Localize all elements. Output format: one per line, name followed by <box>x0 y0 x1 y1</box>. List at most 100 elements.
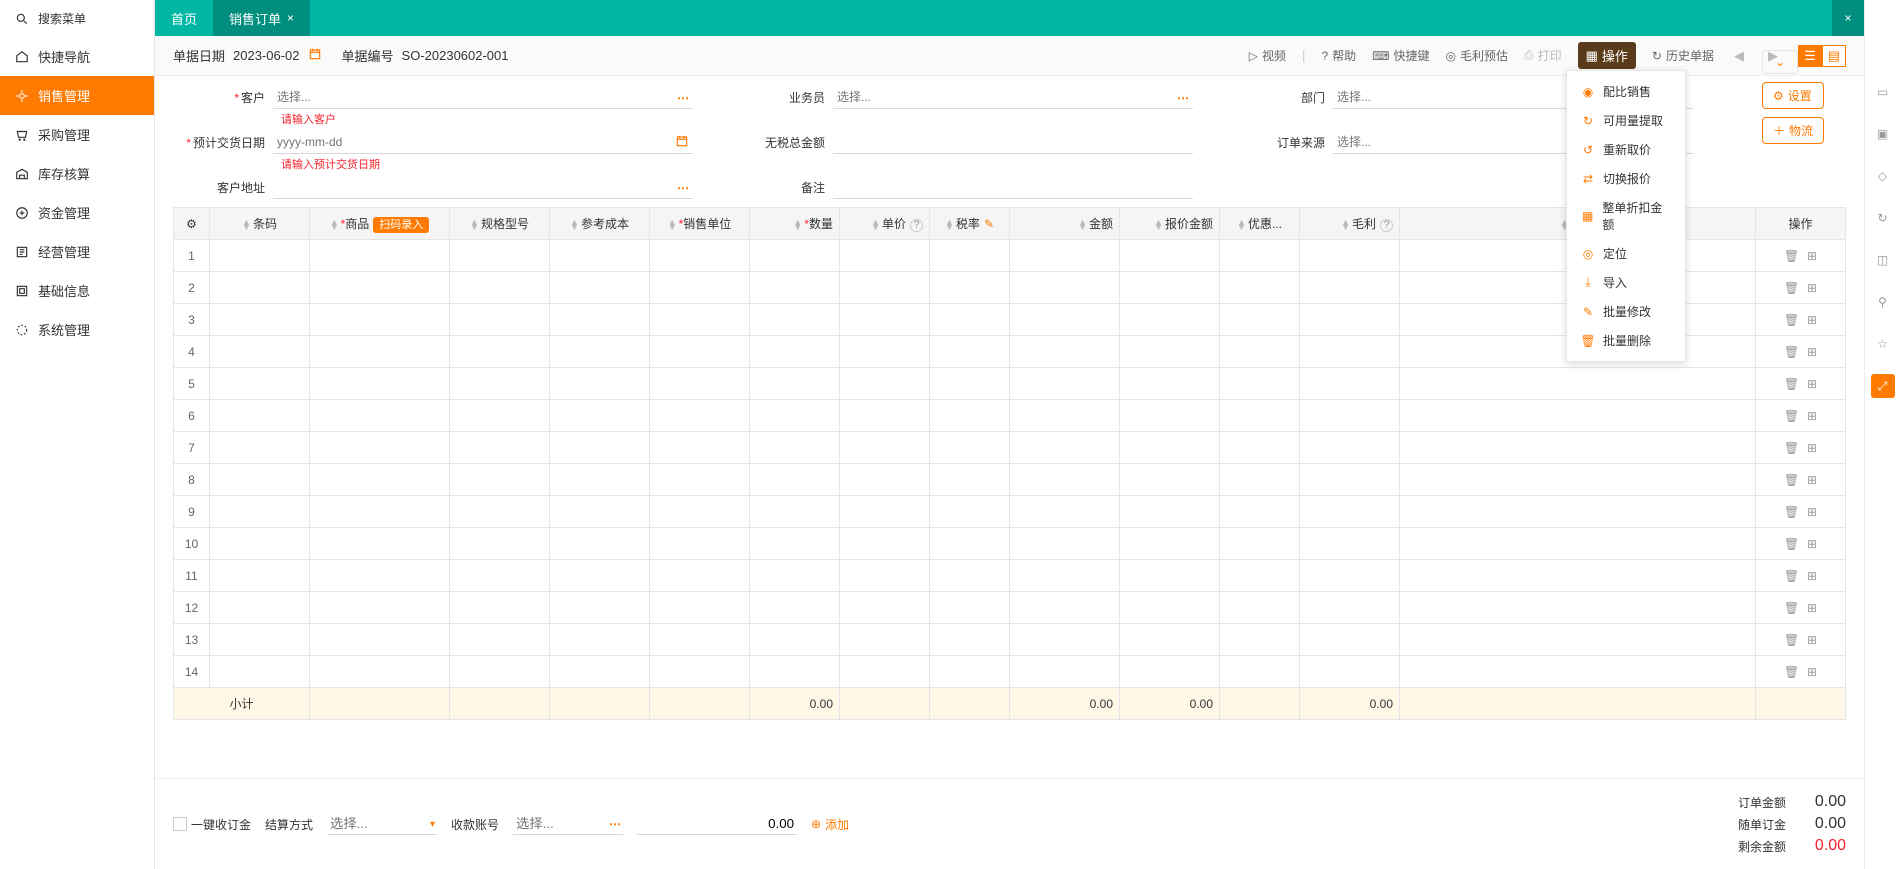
shortcut-link[interactable]: ⌨快捷键 <box>1372 47 1429 64</box>
delivery-date-input[interactable] <box>273 131 693 154</box>
th-sales-unit[interactable]: ▲▼*销售单位 <box>650 208 750 240</box>
add-row-icon[interactable]: ⊞ <box>1807 569 1817 583</box>
th-discount[interactable]: ▲▼优惠... <box>1220 208 1300 240</box>
collect-deposit-checkbox[interactable]: 一键收订金 <box>173 816 251 833</box>
expand-button[interactable]: ⌄ <box>1762 50 1798 74</box>
add-row-icon[interactable]: ⊞ <box>1807 281 1817 295</box>
rail-star-icon[interactable]: ☆ <box>1871 332 1895 356</box>
settle-method-select[interactable] <box>327 813 437 835</box>
remark-input[interactable] <box>833 176 1193 199</box>
sidebar-item-business[interactable]: 经营管理 <box>0 232 154 271</box>
chevron-down-icon[interactable]: ▾ <box>430 819 435 830</box>
th-barcode[interactable]: ▲▼条码 <box>210 208 310 240</box>
table-row[interactable]: 7🗑⊞ <box>174 432 1846 464</box>
add-payment-button[interactable]: ⊕添加 <box>811 816 849 833</box>
dd-whole-discount[interactable]: ▦整单折扣金额 <box>1567 193 1685 239</box>
th-amount[interactable]: ▲▼金额 <box>1010 208 1120 240</box>
delete-row-icon[interactable]: 🗑 <box>1784 633 1799 647</box>
calendar-icon[interactable] <box>308 47 322 64</box>
rail-warehouse-icon[interactable]: ▣ <box>1871 122 1895 146</box>
lookup-icon[interactable]: ⋯ <box>677 91 689 105</box>
tab-sales-order[interactable]: 销售订单 × <box>213 0 310 36</box>
close-icon[interactable]: × <box>287 11 294 25</box>
delete-row-icon[interactable]: 🗑 <box>1784 473 1799 487</box>
table-row[interactable]: 13🗑⊞ <box>174 624 1846 656</box>
delete-row-icon[interactable]: 🗑 <box>1784 441 1799 455</box>
delete-row-icon[interactable]: 🗑 <box>1784 505 1799 519</box>
th-ref-cost[interactable]: ▲▼参考成本 <box>550 208 650 240</box>
rail-refresh-icon[interactable]: ↻ <box>1871 206 1895 230</box>
table-row[interactable]: 10🗑⊞ <box>174 528 1846 560</box>
help-link[interactable]: ?帮助 <box>1321 47 1356 64</box>
add-row-icon[interactable]: ⊞ <box>1807 665 1817 679</box>
tabs-close-all[interactable]: × <box>1832 0 1864 36</box>
sidebar-item-system[interactable]: 系统管理 <box>0 310 154 349</box>
logistics-button[interactable]: ＋物流 <box>1762 117 1824 144</box>
th-unit-price[interactable]: ▲▼单价? <box>840 208 930 240</box>
add-row-icon[interactable]: ⊞ <box>1807 633 1817 647</box>
add-row-icon[interactable]: ⊞ <box>1807 377 1817 391</box>
dd-batch-edit[interactable]: ✎批量修改 <box>1567 297 1685 326</box>
table-row[interactable]: 14🗑⊞ <box>174 656 1846 688</box>
dd-switch-quote[interactable]: ⇄切换报价 <box>1567 164 1685 193</box>
dd-import[interactable]: ⤓导入 <box>1567 268 1685 297</box>
calendar-icon[interactable] <box>675 134 689 151</box>
sidebar-item-quicknav[interactable]: 快捷导航 <box>0 37 154 76</box>
rail-expand-icon[interactable]: ⤢ <box>1871 374 1895 398</box>
table-row[interactable]: 9🗑⊞ <box>174 496 1846 528</box>
customer-address-input[interactable] <box>273 176 693 199</box>
sidebar-item-purchase[interactable]: 采购管理 <box>0 115 154 154</box>
table-row[interactable]: 12🗑⊞ <box>174 592 1846 624</box>
operate-button[interactable]: ▦操作 <box>1578 42 1636 69</box>
table-row[interactable]: 11🗑⊞ <box>174 560 1846 592</box>
account-select[interactable] <box>513 813 623 835</box>
prev-doc-icon[interactable]: ◀ <box>1730 48 1748 64</box>
delete-row-icon[interactable]: 🗑 <box>1784 377 1799 391</box>
th-quantity[interactable]: ▲▼*数量 <box>750 208 840 240</box>
doc-date-value[interactable]: 2023-06-02 <box>233 48 300 63</box>
rail-doc-icon[interactable]: ▭ <box>1871 80 1895 104</box>
delete-row-icon[interactable]: 🗑 <box>1784 345 1799 359</box>
scan-entry-button[interactable]: 扫码录入 <box>373 217 429 233</box>
customer-input[interactable] <box>273 86 693 109</box>
dd-available-extract[interactable]: ↻可用量提取 <box>1567 106 1685 135</box>
delete-row-icon[interactable]: 🗑 <box>1784 409 1799 423</box>
dd-batch-delete[interactable]: 🗑批量删除 <box>1567 326 1685 355</box>
rail-price-icon[interactable]: ◇ <box>1871 164 1895 188</box>
amount-input[interactable] <box>637 813 797 835</box>
table-row[interactable]: 5🗑⊞ <box>174 368 1846 400</box>
th-quote-amount[interactable]: ▲▼报价金额 <box>1120 208 1220 240</box>
add-row-icon[interactable]: ⊞ <box>1807 313 1817 327</box>
dd-locate[interactable]: ◎定位 <box>1567 239 1685 268</box>
add-row-icon[interactable]: ⊞ <box>1807 441 1817 455</box>
video-link[interactable]: ▷视频 <box>1249 47 1286 64</box>
sidebar-item-sales[interactable]: 销售管理 <box>0 76 154 115</box>
tab-home[interactable]: 首页 <box>155 0 213 36</box>
add-row-icon[interactable]: ⊞ <box>1807 473 1817 487</box>
delete-row-icon[interactable]: 🗑 <box>1784 281 1799 295</box>
add-row-icon[interactable]: ⊞ <box>1807 249 1817 263</box>
lookup-icon[interactable]: ⋯ <box>609 817 621 831</box>
lookup-icon[interactable]: ⋯ <box>677 181 689 195</box>
lookup-icon[interactable]: ⋯ <box>1177 91 1189 105</box>
th-tax-rate[interactable]: ▲▼税率✎ <box>930 208 1010 240</box>
delete-row-icon[interactable]: 🗑 <box>1784 665 1799 679</box>
sidebar-item-fund[interactable]: 资金管理 <box>0 193 154 232</box>
sidebar-item-inventory[interactable]: 库存核算 <box>0 154 154 193</box>
add-row-icon[interactable]: ⊞ <box>1807 601 1817 615</box>
history-link[interactable]: ↻历史单据 <box>1652 47 1714 64</box>
print-link[interactable]: ⎙打印 <box>1524 47 1562 64</box>
table-row[interactable]: 8🗑⊞ <box>174 464 1846 496</box>
sidebar-item-basic[interactable]: 基础信息 <box>0 271 154 310</box>
help-icon[interactable]: ? <box>910 219 923 232</box>
delete-row-icon[interactable]: 🗑 <box>1784 601 1799 615</box>
add-row-icon[interactable]: ⊞ <box>1807 537 1817 551</box>
th-gross-profit[interactable]: ▲▼毛利? <box>1300 208 1400 240</box>
settings-button[interactable]: ⚙设置 <box>1762 82 1824 109</box>
rail-coupon-icon[interactable]: ◫ <box>1871 248 1895 272</box>
delete-row-icon[interactable]: 🗑 <box>1784 313 1799 327</box>
th-spec[interactable]: ▲▼规格型号 <box>450 208 550 240</box>
th-product[interactable]: ▲▼*商品扫码录入 <box>310 208 450 240</box>
add-row-icon[interactable]: ⊞ <box>1807 505 1817 519</box>
profit-link[interactable]: ◎毛利预估 <box>1445 47 1508 64</box>
